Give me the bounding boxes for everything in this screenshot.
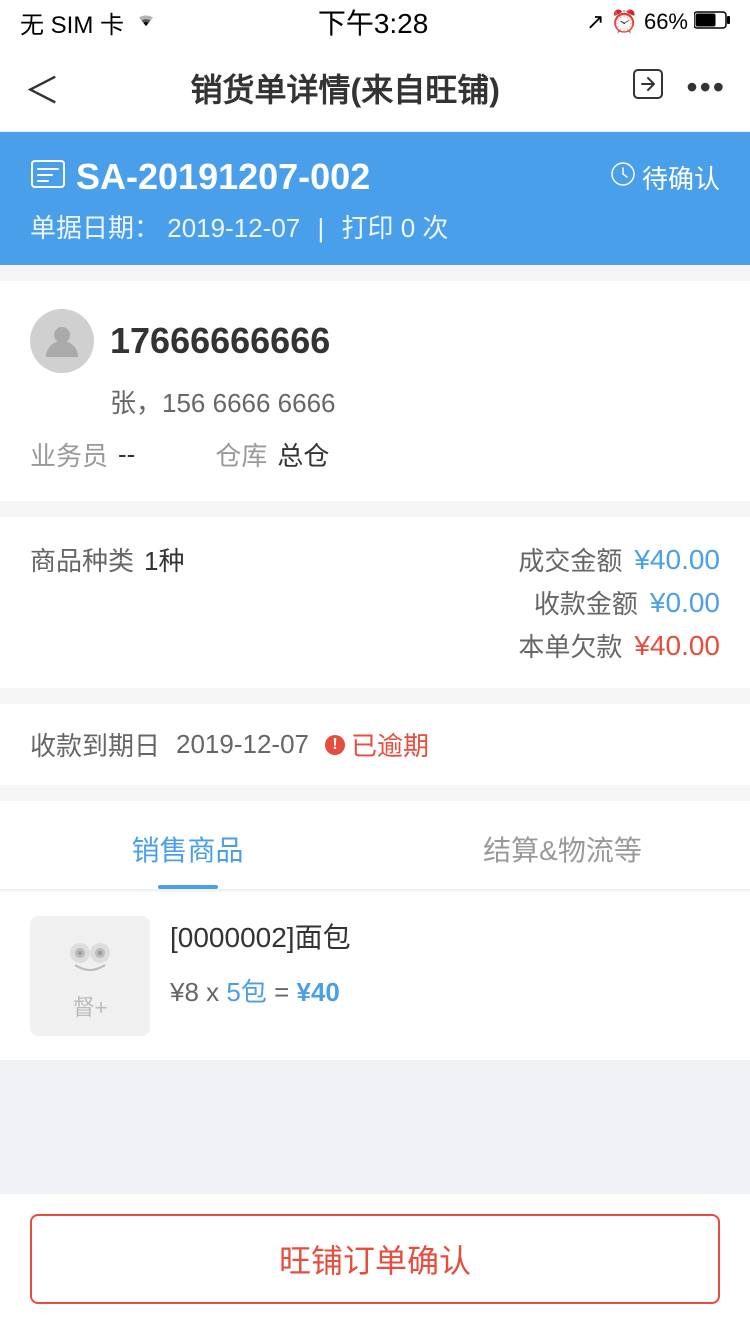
- multiply-sign: x: [206, 977, 226, 1007]
- overdue-dot-icon: !: [325, 735, 345, 755]
- product-info: [0000002]面包 ¥8 x 5包 = ¥40: [170, 916, 720, 1009]
- equals-sign: =: [274, 977, 296, 1007]
- share-icon[interactable]: [630, 66, 666, 109]
- summary-left: 商品种类 1种: [30, 541, 184, 584]
- wifi-icon: [132, 8, 160, 37]
- customer-avatar: [30, 309, 94, 373]
- customer-phone: 17666666666: [110, 320, 330, 362]
- status-bar: 无 SIM 卡 下午3:28 ↗ ⏰ 66%: [0, 0, 750, 44]
- due-date-section: 收款到期日 2019-12-07 ! 已逾期: [0, 704, 750, 785]
- amount-received-row: 收款金额 ¥0.00: [534, 584, 720, 621]
- bottom-action-area: 旺铺订单确认: [0, 1194, 750, 1334]
- product-section: 督+ [0000002]面包 ¥8 x 5包 = ¥40: [0, 892, 750, 1060]
- alarm-icon: ⏰: [611, 9, 638, 35]
- carrier-text: 无 SIM 卡: [20, 5, 124, 40]
- nav-right-buttons: •••: [630, 66, 726, 109]
- product-price: ¥8 x 5包 = ¥40: [170, 972, 720, 1009]
- more-icon[interactable]: •••: [686, 69, 726, 106]
- status-text: 待确认: [642, 159, 720, 196]
- product-image: 督+: [30, 916, 150, 1036]
- status-right: ↗ ⏰ 66%: [586, 9, 730, 35]
- product-name: [0000002]面包: [170, 916, 720, 956]
- tab-settlement-logistics[interactable]: 结算&物流等: [375, 801, 750, 889]
- price-total: ¥40: [297, 977, 340, 1007]
- order-meta: 单据日期： 2019-12-07 | 打印 0 次: [30, 208, 720, 245]
- back-button[interactable]: ＜: [24, 62, 60, 114]
- wangpu-confirm-button[interactable]: 旺铺订单确认: [30, 1214, 720, 1304]
- warehouse-row: 仓库 总仓: [215, 436, 329, 473]
- amount-due-row: 本单欠款 ¥40.00: [518, 627, 720, 664]
- due-date-label: 收款到期日: [30, 726, 160, 763]
- clock-icon: [610, 161, 636, 194]
- battery-icon: [694, 9, 730, 35]
- due-date-value: 2019-12-07: [176, 729, 309, 760]
- price-unit: ¥8: [170, 977, 199, 1007]
- tab-sales-products[interactable]: 销售商品: [0, 801, 375, 889]
- battery-text: 66%: [644, 9, 688, 35]
- location-icon: ↗: [586, 9, 604, 35]
- overdue-text: 已逾期: [351, 726, 429, 763]
- summary-section: 商品种类 1种 成交金额 ¥40.00 收款金额 ¥0.00 本单欠款 ¥40.…: [0, 517, 750, 688]
- tabs-row: 销售商品 结算&物流等: [0, 801, 750, 889]
- nav-bar: ＜ 销货单详情(来自旺铺) •••: [0, 44, 750, 132]
- overdue-badge: ! 已逾期: [325, 726, 429, 763]
- quantity: 5包: [226, 977, 266, 1007]
- customer-name: 张，156 6666 6666: [110, 383, 720, 420]
- status-time: 下午3:28: [318, 2, 429, 42]
- customer-section: 17666666666 张，156 6666 6666 业务员 -- 仓库 总仓: [0, 281, 750, 501]
- order-header-card: SA-20191207-002 待确认 单据日期： 2019-12-07 | 打…: [0, 132, 750, 265]
- summary-right: 成交金额 ¥40.00 收款金额 ¥0.00 本单欠款 ¥40.00: [518, 541, 720, 664]
- order-id: SA-20191207-002: [30, 156, 370, 198]
- tabs-section: 销售商品 结算&物流等: [0, 801, 750, 890]
- order-icon: [30, 156, 66, 198]
- salesperson-row: 业务员 --: [30, 436, 135, 473]
- status-left: 无 SIM 卡: [20, 5, 160, 40]
- product-logo-text: 督+: [73, 990, 108, 1022]
- amount-deal-row: 成交金额 ¥40.00: [518, 541, 720, 578]
- page-title: 销货单详情(来自旺铺): [191, 65, 500, 111]
- order-status: 待确认: [610, 159, 720, 196]
